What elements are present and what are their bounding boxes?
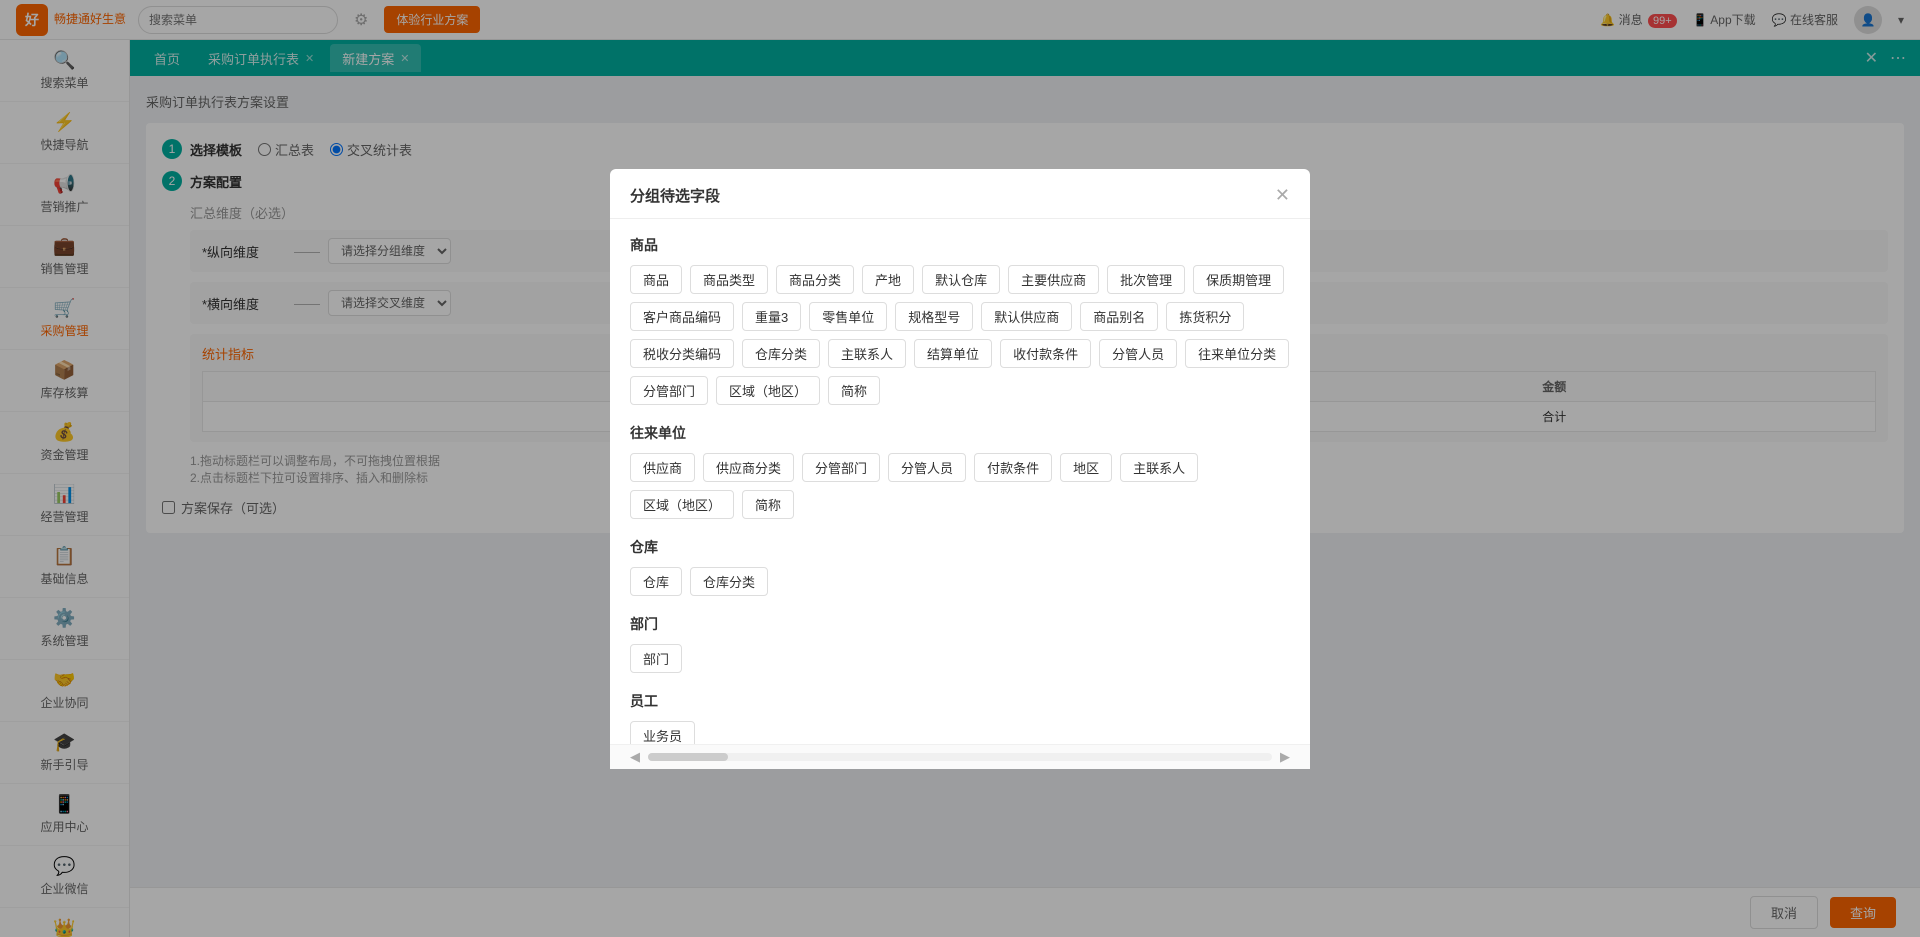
field-tag-0-23[interactable]: 区域（地区） bbox=[716, 376, 820, 405]
field-tags-1: 供应商供应商分类分管部门分管人员付款条件地区主联系人区域（地区） 简称 bbox=[630, 453, 1290, 519]
field-tags-4: 业务员 bbox=[630, 721, 1290, 744]
field-group-title-0: 商品 bbox=[630, 235, 1290, 255]
field-tag-0-19[interactable]: 收付款条件 bbox=[1000, 339, 1091, 368]
field-tags-3: 部门 bbox=[630, 644, 1290, 673]
field-tag-1-6[interactable]: 主联系人 bbox=[1120, 453, 1198, 482]
field-tag-1-1[interactable]: 供应商分类 bbox=[703, 453, 794, 482]
field-tag-0-6[interactable]: 批次管理 bbox=[1107, 265, 1185, 294]
hscroll-left-icon[interactable]: ◀ bbox=[630, 749, 640, 765]
modal-title: 分组待选字段 bbox=[630, 185, 720, 206]
field-tag-0-1[interactable]: 商品类型 bbox=[690, 265, 768, 294]
field-tag-0-15[interactable]: 税收分类编码 bbox=[630, 339, 734, 368]
field-tag-2-1[interactable]: 仓库分类 bbox=[690, 567, 768, 596]
field-tag-0-18[interactable]: 结算单位 bbox=[914, 339, 992, 368]
modal-body: 商品商品商品类型商品分类产地默认仓库主要供应商批次管理保质期管理客户商品编码重量… bbox=[610, 219, 1310, 744]
field-tag-0-14[interactable]: 拣货积分 bbox=[1166, 302, 1244, 331]
field-tag-3-0[interactable]: 部门 bbox=[630, 644, 682, 673]
field-tag-0-4[interactable]: 默认仓库 bbox=[922, 265, 1000, 294]
field-tag-1-0[interactable]: 供应商 bbox=[630, 453, 695, 482]
field-tag-1-8[interactable]: 简称 bbox=[742, 490, 794, 519]
field-tag-0-2[interactable]: 商品分类 bbox=[776, 265, 854, 294]
field-tag-2-0[interactable]: 仓库 bbox=[630, 567, 682, 596]
field-tag-0-5[interactable]: 主要供应商 bbox=[1008, 265, 1099, 294]
field-tag-1-5[interactable]: 地区 bbox=[1060, 453, 1112, 482]
hscroll-right-icon[interactable]: ▶ bbox=[1280, 749, 1290, 765]
field-tag-1-4[interactable]: 付款条件 bbox=[974, 453, 1052, 482]
field-group-title-1: 往来单位 bbox=[630, 423, 1290, 443]
modal-overlay: 分组待选字段 ✕ 商品商品商品类型商品分类产地默认仓库主要供应商批次管理保质期管… bbox=[0, 0, 1920, 937]
hscroll-track bbox=[648, 753, 1272, 761]
field-group-4: 员工业务员 bbox=[630, 691, 1290, 744]
field-tag-0-11[interactable]: 规格型号 bbox=[895, 302, 973, 331]
field-tag-0-3[interactable]: 产地 bbox=[862, 265, 914, 294]
field-group-title-4: 员工 bbox=[630, 691, 1290, 711]
field-group-1: 往来单位供应商供应商分类分管部门分管人员付款条件地区主联系人区域（地区） 简称 bbox=[630, 423, 1290, 519]
field-tag-0-17[interactable]: 主联系人 bbox=[828, 339, 906, 368]
field-tag-0-9[interactable]: 重量3 bbox=[742, 302, 801, 331]
field-tags-0: 商品商品类型商品分类产地默认仓库主要供应商批次管理保质期管理客户商品编码重量3 零… bbox=[630, 265, 1290, 405]
field-tag-0-0[interactable]: 商品 bbox=[630, 265, 682, 294]
field-tags-2: 仓库仓库分类 bbox=[630, 567, 1290, 596]
field-group-title-3: 部门 bbox=[630, 614, 1290, 634]
hscroll-thumb bbox=[648, 753, 728, 761]
field-group-title-2: 仓库 bbox=[630, 537, 1290, 557]
modal-close-btn[interactable]: ✕ bbox=[1275, 185, 1290, 206]
field-tag-4-0[interactable]: 业务员 bbox=[630, 721, 695, 744]
field-tag-0-7[interactable]: 保质期管理 bbox=[1193, 265, 1284, 294]
field-tag-0-24[interactable]: 简称 bbox=[828, 376, 880, 405]
modal-header: 分组待选字段 ✕ bbox=[610, 169, 1310, 219]
field-tag-1-3[interactable]: 分管人员 bbox=[888, 453, 966, 482]
modal-hscroll: ◀ ▶ bbox=[610, 744, 1310, 769]
field-tag-0-16[interactable]: 仓库分类 bbox=[742, 339, 820, 368]
field-tag-0-10[interactable]: 零售单位 bbox=[809, 302, 887, 331]
field-tag-0-20[interactable]: 分管人员 bbox=[1099, 339, 1177, 368]
field-tag-1-2[interactable]: 分管部门 bbox=[802, 453, 880, 482]
modal: 分组待选字段 ✕ 商品商品商品类型商品分类产地默认仓库主要供应商批次管理保质期管… bbox=[610, 169, 1310, 769]
field-group-0: 商品商品商品类型商品分类产地默认仓库主要供应商批次管理保质期管理客户商品编码重量… bbox=[630, 235, 1290, 405]
field-tag-0-13[interactable]: 商品别名 bbox=[1080, 302, 1158, 331]
field-tag-1-7[interactable]: 区域（地区） bbox=[630, 490, 734, 519]
field-tag-0-8[interactable]: 客户商品编码 bbox=[630, 302, 734, 331]
field-tag-0-12[interactable]: 默认供应商 bbox=[981, 302, 1072, 331]
field-group-3: 部门部门 bbox=[630, 614, 1290, 673]
field-group-2: 仓库仓库仓库分类 bbox=[630, 537, 1290, 596]
field-tag-0-21[interactable]: 往来单位分类 bbox=[1185, 339, 1289, 368]
field-tag-0-22[interactable]: 分管部门 bbox=[630, 376, 708, 405]
